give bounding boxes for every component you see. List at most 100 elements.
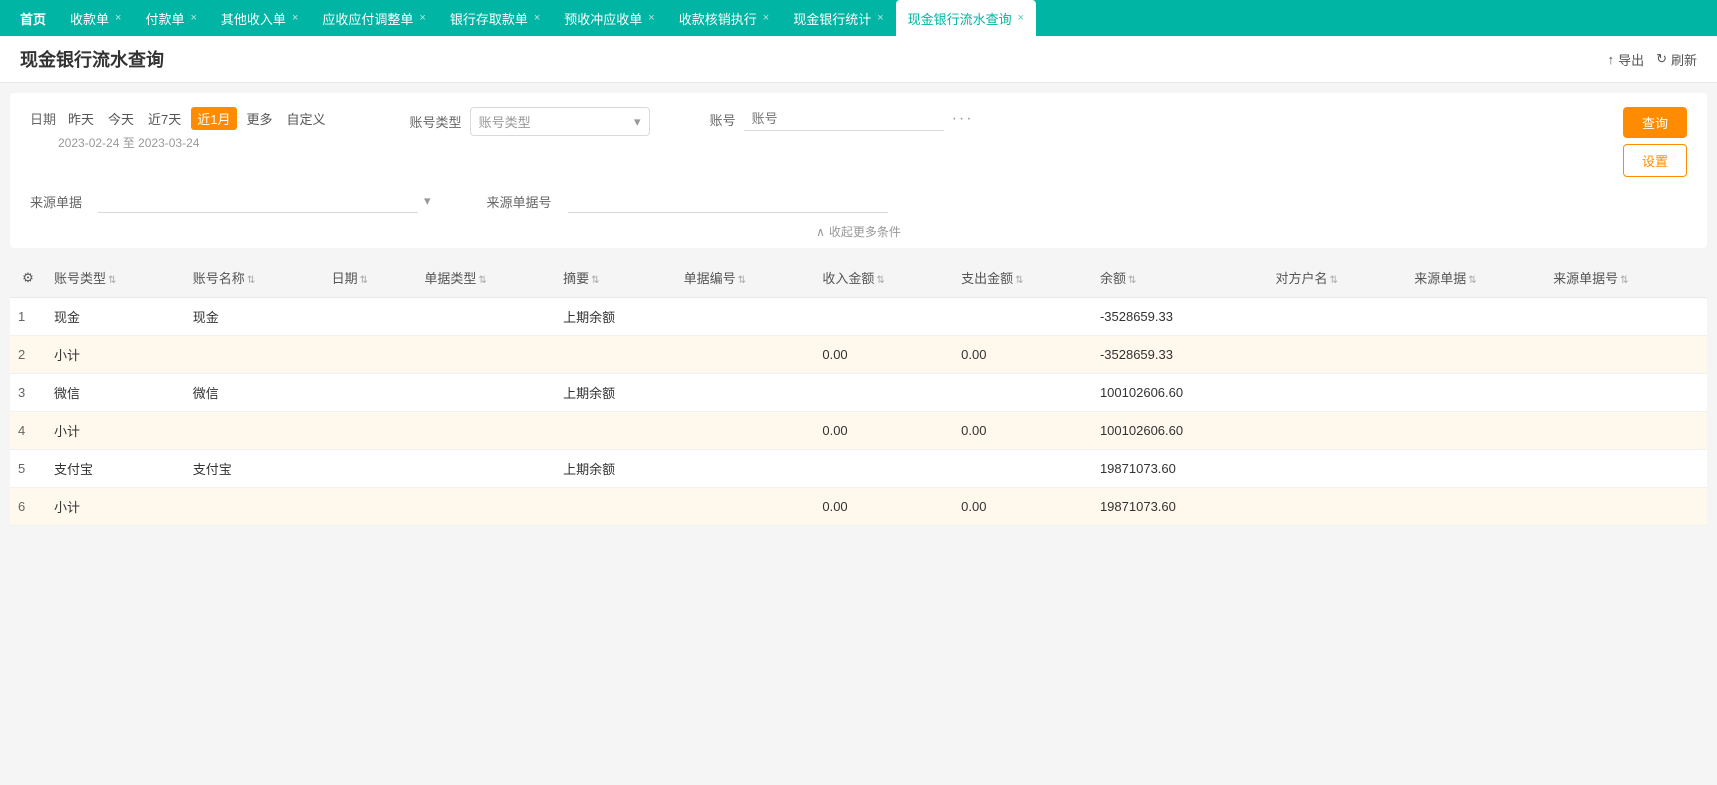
table-cell [676,412,815,450]
date-option-today[interactable]: 今天 [104,107,138,130]
table-cell: 现金 [185,298,324,336]
table-cell [676,450,815,488]
table-cell: 0.00 [814,488,953,526]
nav-tab-shoudan[interactable]: 收款单 × [58,0,133,36]
close-icon[interactable]: × [292,12,298,24]
table-cell: 微信 [46,374,185,412]
collapse-button[interactable]: ∧ 收起更多条件 [30,223,1687,240]
table-cell [416,412,555,450]
nav-tab-fukuan[interactable]: 付款单 × [133,0,208,36]
col-account-type[interactable]: 账号类型⇅ [46,258,185,298]
table-cell [1267,412,1406,450]
account-type-select[interactable]: 账号类型 ▾ [470,107,650,136]
table-cell [814,450,953,488]
close-icon[interactable]: × [648,12,654,24]
table-cell [324,374,417,412]
table-cell [324,412,417,450]
table-cell [324,336,417,374]
table-cell [814,298,953,336]
table-cell [555,412,675,450]
table-cell: 19871073.60 [1092,450,1268,488]
table-cell [1545,450,1707,488]
filter-section: 日期 昨天 今天 近7天 近1月 更多 自定义 2023-02-24 至 202… [10,93,1707,248]
close-icon[interactable]: × [190,12,196,24]
col-counterpart[interactable]: 对方户名⇅ [1267,258,1406,298]
close-icon[interactable]: × [534,12,540,24]
export-button[interactable]: ↑ 导出 [1608,50,1645,69]
date-option-1month[interactable]: 近1月 [191,107,236,130]
close-icon[interactable]: × [115,12,121,24]
col-balance[interactable]: 余额⇅ [1092,258,1268,298]
date-option-yesterday[interactable]: 昨天 [64,107,98,130]
export-icon: ↑ [1608,52,1615,67]
col-source-no[interactable]: 来源单据号⇅ [1545,258,1707,298]
table-cell [324,488,417,526]
nav-tab-liushui[interactable]: 现金银行流水查询 × [896,0,1036,36]
table-cell [185,336,324,374]
table-cell [814,374,953,412]
account-type-label: 账号类型 [410,112,462,131]
page-title: 现金银行流水查询 [20,46,164,72]
close-icon[interactable]: × [877,12,883,24]
table-cell: 小计 [46,412,185,450]
gear-icon: ⚙ [22,270,34,285]
col-expense[interactable]: 支出金额⇅ [953,258,1092,298]
nav-tab-yushou[interactable]: 预收冲应收单 × [552,0,666,36]
table-cell [676,374,815,412]
table-cell [953,450,1092,488]
nav-tab-hexiao[interactable]: 收款核销执行 × [667,0,781,36]
close-icon[interactable]: × [419,12,425,24]
col-income[interactable]: 收入金额⇅ [814,258,953,298]
date-option-custom[interactable]: 自定义 [283,107,330,130]
refresh-button[interactable]: ↻ 刷新 [1656,50,1697,69]
source-doc-num-input[interactable] [568,189,888,213]
col-doc-no[interactable]: 单据编号⇅ [676,258,815,298]
settings-button[interactable]: 设置 [1623,144,1687,177]
col-account-name[interactable]: 账号名称⇅ [185,258,324,298]
col-date[interactable]: 日期⇅ [324,258,417,298]
table-cell [416,488,555,526]
page-header: 现金银行流水查询 ↑ 导出 ↻ 刷新 [0,36,1717,83]
close-icon[interactable]: × [763,12,769,24]
table-cell [1406,450,1545,488]
source-doc-num-label: 来源单据号 [487,192,552,211]
table-cell [1267,450,1406,488]
table-cell [953,298,1092,336]
nav-tab-tongji[interactable]: 现金银行统计 × [781,0,895,36]
date-option-7days[interactable]: 近7天 [144,107,185,130]
more-options-icon[interactable]: ··· [952,110,974,128]
close-icon[interactable]: × [1018,12,1024,24]
nav-home[interactable]: 首页 [8,0,58,36]
table-cell: 微信 [185,374,324,412]
table-cell [185,488,324,526]
table-cell [416,374,555,412]
data-table: ⚙ 账号类型⇅ 账号名称⇅ 日期⇅ 单据类型⇅ 摘要⇅ 单据编号⇅ 收入金额⇅ … [10,258,1707,526]
table-cell [676,488,815,526]
table-cell: 现金 [46,298,185,336]
table-cell: 上期余额 [555,374,675,412]
table-cell [1406,488,1545,526]
table-cell [1267,488,1406,526]
table-cell: 0.00 [953,488,1092,526]
settings-col-header[interactable]: ⚙ [10,258,46,298]
date-option-more[interactable]: 更多 [243,107,277,130]
col-source-doc[interactable]: 来源单据⇅ [1406,258,1545,298]
table-cell [416,336,555,374]
table-row: 3微信微信上期余额100102606.60 [10,374,1707,412]
query-button[interactable]: 查询 [1623,107,1687,138]
table-cell [1545,336,1707,374]
col-summary[interactable]: 摘要⇅ [555,258,675,298]
table-row: 5支付宝支付宝上期余额19871073.60 [10,450,1707,488]
table-cell: 0.00 [953,412,1092,450]
table-cell [324,450,417,488]
col-doc-type[interactable]: 单据类型⇅ [416,258,555,298]
source-doc-select[interactable] [98,189,418,213]
account-input[interactable] [744,107,944,131]
nav-tab-yinhang[interactable]: 银行存取款单 × [438,0,552,36]
date-options: 昨天 今天 近7天 近1月 更多 自定义 [64,107,330,130]
nav-tab-qita[interactable]: 其他收入单 × [209,0,310,36]
nav-tab-tiaozhe[interactable]: 应收应付调整单 × [310,0,437,36]
table-cell: -3528659.33 [1092,336,1268,374]
table-cell [324,298,417,336]
table-cell [416,298,555,336]
